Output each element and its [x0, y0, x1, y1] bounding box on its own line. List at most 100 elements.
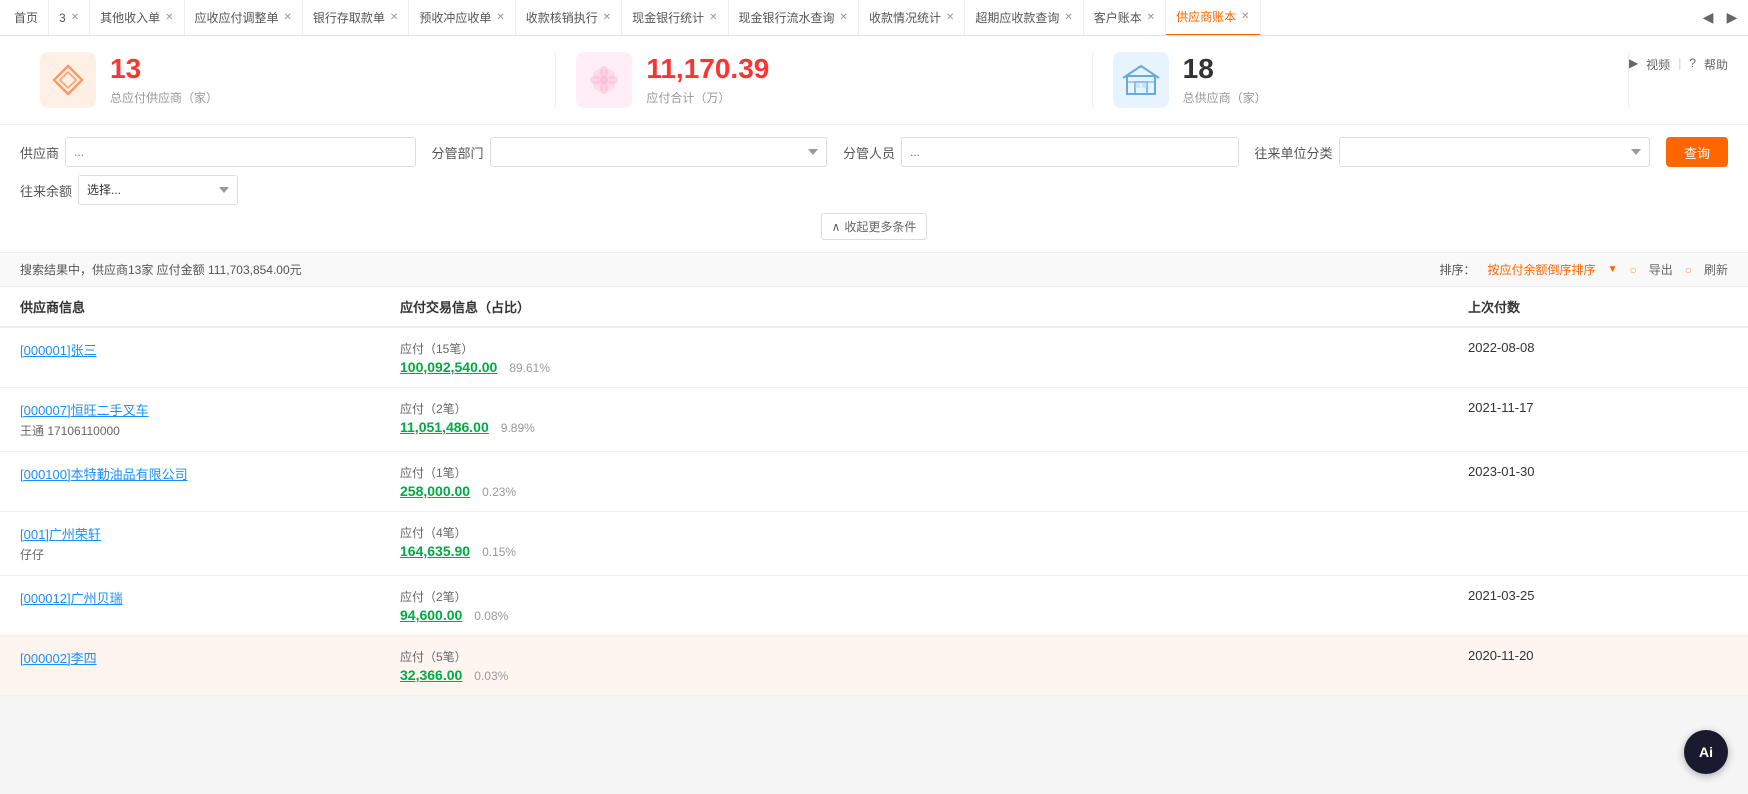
trans-amount-0[interactable]: 100,092,540.00: [400, 359, 497, 375]
supplier-col-4: [000012]广州贝瑞: [20, 588, 400, 607]
transaction-col-2: 应付（1笔） 258,000.00 0.23%: [400, 464, 1468, 499]
video-link[interactable]: 视频: [1646, 56, 1670, 73]
transaction-info-5: 应付（5笔） 32,366.00 0.03%: [400, 648, 1468, 683]
nav-tab-cash-stat-label: 现金银行统计: [632, 9, 704, 26]
table-row: [000007]恒旺二手叉车 王通 17106110000 应付（2笔） 11,…: [0, 388, 1748, 452]
nav-tab-adjustment-close[interactable]: ✕: [284, 12, 292, 23]
nav-tab-3-close[interactable]: ✕: [71, 12, 79, 23]
trans-amount-4[interactable]: 94,600.00: [400, 607, 462, 623]
filter-supplier: 供应商: [20, 137, 416, 167]
table-row: [000100]本特勤油品有限公司 应付（1笔） 258,000.00 0.23…: [0, 452, 1748, 512]
export-button[interactable]: 导出: [1649, 261, 1673, 278]
nav-tab-collection[interactable]: 收款核销执行 ✕: [516, 0, 622, 36]
nav-tab-adjustment[interactable]: 应收应付调整单 ✕: [185, 0, 303, 36]
nav-prev-arrow[interactable]: ◀: [1696, 0, 1720, 36]
ai-badge-label: Ai: [1699, 744, 1713, 760]
summary-card-total-suppliers: 18 总供应商（家）: [1093, 52, 1629, 108]
video-icon: ▶: [1629, 56, 1638, 70]
supplier-id-0: [000001]: [20, 343, 71, 358]
export-icon: ○: [1629, 263, 1636, 277]
supplier-link-4[interactable]: [000012]广州贝瑞: [20, 591, 123, 606]
nav-tab-cash-stat-close[interactable]: ✕: [709, 12, 717, 23]
table-row: [000001]张三 应付（15笔） 100,092,540.00 89.61%…: [0, 328, 1748, 388]
nav-tab-customer-ledger-close[interactable]: ✕: [1147, 12, 1155, 23]
last-payment-date-0: 2022-08-08: [1468, 340, 1535, 355]
trans-pct-1: 9.89%: [501, 421, 535, 435]
search-button[interactable]: 查询: [1666, 137, 1728, 167]
trans-amount-3[interactable]: 164,635.90: [400, 543, 470, 559]
supplier-id-4: [000012]: [20, 591, 71, 606]
supplier-link-2[interactable]: [000100]本特勤油品有限公司: [20, 467, 188, 482]
balance-filter-select[interactable]: 选择...: [78, 175, 238, 205]
dept-filter-select[interactable]: [490, 137, 827, 167]
help-icon: ?: [1689, 56, 1696, 70]
last-payment-date-4: 2021-03-25: [1468, 588, 1535, 603]
collapse-button[interactable]: ∧ 收起更多条件: [821, 213, 928, 240]
nav-tab-overdue[interactable]: 超期应收款查询 ✕: [965, 0, 1083, 36]
nav-tab-overdue-label: 超期应收款查询: [975, 9, 1059, 26]
nav-tab-home[interactable]: 首页: [4, 0, 49, 36]
nav-tab-cash-stat[interactable]: 现金银行统计 ✕: [622, 0, 728, 36]
nav-tab-cash-flow-close[interactable]: ✕: [840, 12, 848, 23]
nav-tab-collection-close[interactable]: ✕: [603, 12, 611, 23]
collapse-btn-label: 收起更多条件: [844, 218, 916, 235]
wheat-icon-wrapper: [576, 52, 632, 108]
supplier-icon-wrapper: [40, 52, 96, 108]
summary-card3-info: 18 总供应商（家）: [1183, 54, 1267, 106]
nav-tab-customer-ledger[interactable]: 客户账本 ✕: [1084, 0, 1166, 36]
nav-tab-bank-deposit[interactable]: 银行存取款单 ✕: [303, 0, 409, 36]
refresh-button[interactable]: 刷新: [1704, 261, 1728, 278]
category-filter-label: 往来单位分类: [1255, 143, 1333, 162]
supplier-filter-input[interactable]: [65, 137, 415, 167]
total-payable-amount-number: 11,170.39: [646, 54, 769, 85]
nav-tab-other-income-close[interactable]: ✕: [165, 12, 173, 23]
sort-value[interactable]: 按应付余额倒序排序: [1488, 261, 1596, 278]
supplier-name-0: 张三: [71, 343, 97, 358]
chevron-up-icon: ∧: [832, 220, 841, 234]
nav-tab-supplier-ledger[interactable]: 供应商账本 ✕: [1166, 0, 1260, 36]
supplier-link-1[interactable]: [000007]恒旺二手叉车: [20, 403, 149, 418]
transaction-info-3: 应付（4笔） 164,635.90 0.15%: [400, 524, 1468, 559]
category-filter-select[interactable]: [1339, 137, 1650, 167]
trans-label-0: 应付（15笔）: [400, 340, 1468, 357]
nav-tab-other-income[interactable]: 其他收入单 ✕: [90, 0, 184, 36]
filter-category: 往来单位分类: [1255, 137, 1651, 167]
person-filter-input[interactable]: [901, 137, 1238, 167]
supplier-link-3[interactable]: [001]广州荣轩: [20, 527, 101, 542]
summary-card-suppliers-payable: 13 总应付供应商（家）: [20, 52, 556, 108]
supplier-link-5[interactable]: [000002]李四: [20, 651, 97, 666]
trans-row-4: 94,600.00 0.08%: [400, 605, 1468, 623]
nav-tab-collection-stat[interactable]: 收款情况统计 ✕: [859, 0, 965, 36]
trans-pct-5: 0.03%: [474, 669, 508, 683]
nav-tab-other-income-label: 其他收入单: [100, 9, 160, 26]
supplier-link-0[interactable]: [000001]张三: [20, 343, 97, 358]
nav-tab-adjustment-label: 应收应付调整单: [195, 9, 279, 26]
help-link[interactable]: 帮助: [1704, 56, 1728, 73]
diamond-icon: [50, 62, 86, 98]
trans-amount-2[interactable]: 258,000.00: [400, 483, 470, 499]
nav-next-arrow[interactable]: ▶: [1720, 0, 1744, 36]
table-row: [001]广州荣轩 仔仔 应付（4笔） 164,635.90 0.15%: [0, 512, 1748, 576]
supplier-name-2: 本特勤油品有限公司: [71, 467, 188, 482]
result-info-text: 搜索结果中，供应商13家 应付金额 111,703,854.00元: [20, 261, 302, 278]
nav-tab-bank-deposit-close[interactable]: ✕: [390, 12, 398, 23]
nav-tab-3[interactable]: 3 ✕: [49, 0, 90, 36]
trans-amount-1[interactable]: 11,051,486.00: [400, 419, 489, 435]
nav-tab-collection-stat-close[interactable]: ✕: [946, 12, 954, 23]
nav-tab-prepaid-close[interactable]: ✕: [496, 12, 504, 23]
top-right-links: ▶ 视频 | ? 帮助: [1629, 52, 1728, 108]
last-payment-col-2: 2023-01-30: [1468, 464, 1668, 479]
supplier-col-0: [000001]张三: [20, 340, 400, 359]
nav-tab-overdue-close[interactable]: ✕: [1064, 12, 1072, 23]
trans-label-2: 应付（1笔）: [400, 464, 1468, 481]
last-payment-date-2: 2023-01-30: [1468, 464, 1535, 479]
trans-amount-5[interactable]: 32,366.00: [400, 667, 462, 683]
nav-tab-cash-flow[interactable]: 现金银行流水查询 ✕: [729, 0, 859, 36]
ai-badge[interactable]: Ai: [1684, 730, 1728, 774]
nav-tab-prepaid[interactable]: 预收冲应收单 ✕: [409, 0, 515, 36]
supplier-id-5: [000002]: [20, 651, 71, 666]
nav-arrows: ◀ ▶: [1696, 0, 1744, 36]
flower-icon: [586, 62, 622, 98]
nav-tab-supplier-ledger-close[interactable]: ✕: [1241, 11, 1249, 22]
last-payment-col-5: 2020-11-20: [1468, 648, 1668, 663]
